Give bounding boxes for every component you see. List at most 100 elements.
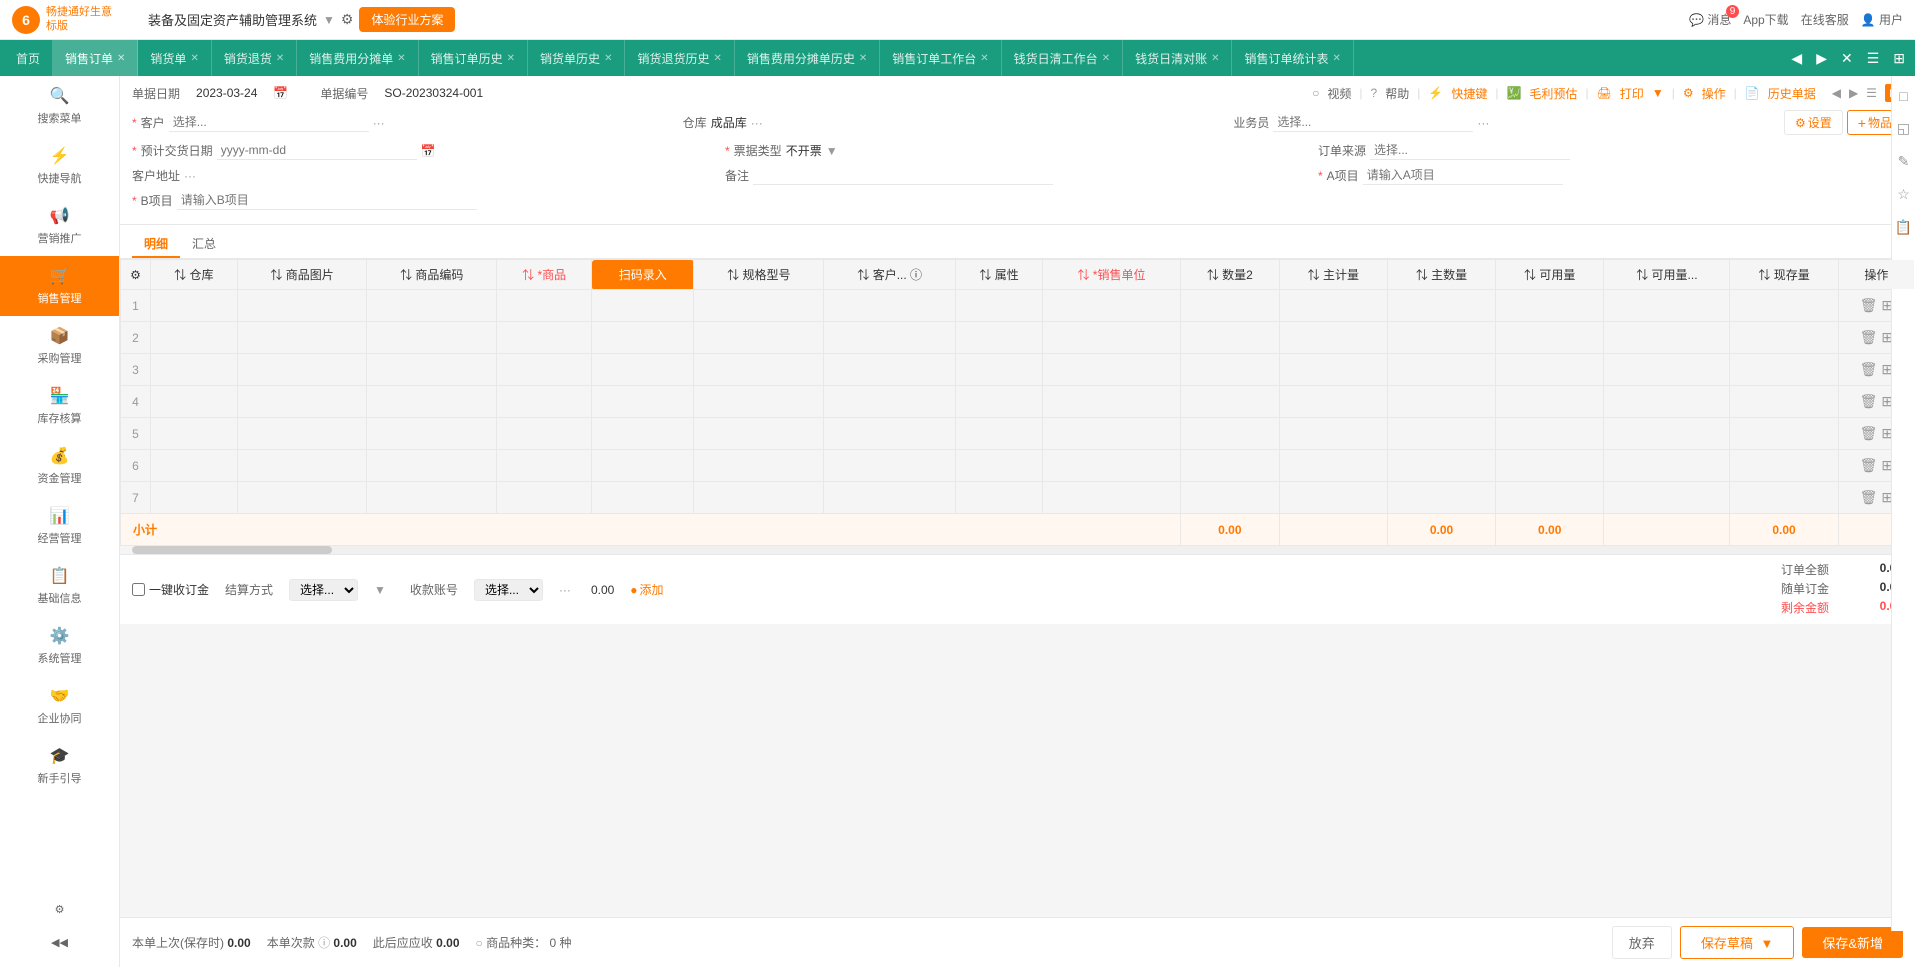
sidebar-item-quick-nav[interactable]: ⚡ 快捷导航 [0, 136, 119, 196]
tab-sales-return[interactable]: 销货退货 ✕ [212, 40, 297, 76]
tab-sales-order[interactable]: 销售订单 ✕ [53, 40, 138, 76]
row-1-unit[interactable] [1042, 290, 1180, 322]
col-warehouse[interactable]: ⇅ 仓库 [151, 260, 238, 290]
row-1-main-qty[interactable] [1387, 290, 1495, 322]
tab-invoice-history[interactable]: 销货单历史 ✕ [528, 40, 625, 76]
tab-summary[interactable]: 汇总 [180, 231, 228, 258]
operation-label[interactable]: 操作 [1702, 85, 1726, 102]
nav-left-icon[interactable]: ◀ [1832, 86, 1841, 100]
col-spec[interactable]: ⇅ 规格型号 [694, 260, 824, 290]
tab-daily-clear-reconcile[interactable]: 钱货日清对账 ✕ [1123, 40, 1232, 76]
nav-prev-arrow[interactable]: ◀ [1785, 48, 1808, 69]
shortcut-label[interactable]: 快捷键 [1451, 85, 1487, 102]
invoice-dropdown-icon[interactable]: ▼ [826, 144, 838, 158]
scrollbar-thumb[interactable] [132, 546, 332, 554]
right-panel-icon-4[interactable]: ☆ [1893, 182, 1914, 207]
row-2-warehouse[interactable] [151, 322, 238, 354]
tab-sales-fee[interactable]: 销售费用分摊单 ✕ [297, 40, 418, 76]
row-5-delete-icon[interactable]: 🗑 [1860, 425, 1878, 442]
row-1-delete-icon[interactable]: 🗑 [1860, 297, 1878, 314]
row-2-main-unit[interactable] [1279, 322, 1387, 354]
calendar2-icon[interactable]: 📅 [421, 144, 436, 158]
row-4-delete-icon[interactable]: 🗑 [1860, 393, 1878, 410]
save-draft-button[interactable]: 保存草稿 ▼ [1680, 926, 1795, 959]
tab-detail[interactable]: 明细 [132, 231, 180, 258]
col-available2[interactable]: ⇅ 可用量... [1604, 260, 1730, 290]
row-1-main-unit[interactable] [1279, 290, 1387, 322]
tab-sales-invoice[interactable]: 销货单 ✕ [138, 40, 211, 76]
row-3-warehouse[interactable] [151, 354, 238, 386]
row-2-available2[interactable] [1604, 322, 1730, 354]
settings-gear-icon[interactable]: ⚙ [341, 11, 354, 28]
sidebar-settings-button[interactable]: ⚙ [0, 893, 119, 926]
col-attr[interactable]: ⇅ 属性 [956, 260, 1043, 290]
row-1-warehouse[interactable] [151, 290, 238, 322]
a-project-input[interactable] [1363, 166, 1563, 185]
order-source-input[interactable] [1370, 141, 1570, 160]
tab-home[interactable]: 首页 [4, 40, 53, 76]
nav-menu-icon[interactable]: ☰ [1861, 48, 1886, 69]
sidebar-item-sales[interactable]: 🛒 销售管理 [0, 256, 119, 316]
sidebar-item-purchase[interactable]: 📦 采购管理 [0, 316, 119, 376]
calendar-icon[interactable]: 📅 [273, 86, 288, 100]
row-2-attr[interactable] [956, 322, 1043, 354]
row-1-product[interactable] [497, 290, 592, 322]
row-2-code[interactable] [367, 322, 497, 354]
dots-collection[interactable]: ··· [559, 583, 571, 597]
tab-daily-clear-workbench[interactable]: 钱货日清工作台 ✕ [1002, 40, 1123, 76]
right-panel-icon-5[interactable]: 📋 [1891, 215, 1915, 240]
add-button[interactable]: ● 添加 [630, 581, 663, 598]
discard-button[interactable]: 放弃 [1612, 926, 1672, 959]
row-1-code[interactable] [367, 290, 497, 322]
row-1-stock[interactable] [1730, 290, 1838, 322]
col-code[interactable]: ⇅ 商品编码 [367, 260, 497, 290]
sidebar-item-newbie[interactable]: 🎓 新手引导 [0, 736, 119, 796]
customer-dots[interactable]: ··· [373, 116, 385, 130]
row-1-available2[interactable] [1604, 290, 1730, 322]
row-2-spec[interactable] [694, 322, 824, 354]
col-stock[interactable]: ⇅ 现存量 [1730, 260, 1838, 290]
history-label[interactable]: 历史单据 [1768, 85, 1816, 102]
salesperson-input[interactable] [1273, 113, 1473, 132]
col-product[interactable]: ⇅ *商品 [497, 260, 592, 290]
dropdown-icon[interactable]: ▼ [323, 13, 335, 27]
nav-right-icon[interactable]: ▶ [1849, 86, 1858, 100]
row-2-image[interactable] [237, 322, 367, 354]
sidebar-item-search[interactable]: 🔍 搜索菜单 [0, 76, 119, 136]
col-unit[interactable]: ⇅ *销售单位 [1042, 260, 1180, 290]
horizontal-scrollbar[interactable] [132, 546, 1903, 554]
sidebar-collapse-button[interactable]: ◀◀ [0, 926, 119, 959]
row-1-image[interactable] [237, 290, 367, 322]
row-1-spec[interactable] [694, 290, 824, 322]
row-2-unit[interactable] [1042, 322, 1180, 354]
messages-button[interactable]: 💬 消息 9 [1689, 11, 1731, 28]
col-main-unit[interactable]: ⇅ 主计量 [1279, 260, 1387, 290]
settlement-select[interactable]: 选择... [289, 579, 358, 601]
row-2-qty2[interactable] [1181, 322, 1280, 354]
col-scan[interactable]: 扫码录入 [592, 260, 694, 290]
save-new-button[interactable]: 保存&新增 [1802, 927, 1903, 958]
address-dots[interactable]: ··· [184, 169, 196, 183]
row-3-delete-icon[interactable]: 🗑 [1860, 361, 1878, 378]
save-draft-dropdown-icon[interactable]: ▼ [1760, 936, 1773, 951]
row-2-customer-code[interactable] [824, 322, 956, 354]
row-1-customer-code[interactable] [824, 290, 956, 322]
col-qty2[interactable]: ⇅ 数量2 [1181, 260, 1280, 290]
warehouse-dots[interactable]: ··· [751, 116, 763, 130]
row-1-attr[interactable] [956, 290, 1043, 322]
nav-next-arrow[interactable]: ▶ [1810, 48, 1833, 69]
sidebar-item-base-info[interactable]: 📋 基础信息 [0, 556, 119, 616]
collection-select[interactable]: 选择... [474, 579, 543, 601]
sidebar-item-marketing[interactable]: 📢 营销推广 [0, 196, 119, 256]
settings-button[interactable]: ⚙ 设置 [1784, 110, 1843, 135]
row-1-scan[interactable] [592, 290, 694, 322]
app-download-button[interactable]: App下载 [1743, 11, 1788, 28]
industry-solution-button[interactable]: 体验行业方案 [359, 7, 455, 32]
sidebar-item-system[interactable]: ⚙️ 系统管理 [0, 616, 119, 676]
checkout-checkbox[interactable] [132, 583, 145, 596]
delivery-input[interactable] [217, 141, 417, 160]
right-panel-icon-1[interactable]: □ [1895, 84, 1911, 108]
view-label[interactable]: 视频 [1327, 85, 1351, 102]
col-customer-code[interactable]: ⇅ 客户... ⓘ [824, 260, 956, 290]
salesperson-dots[interactable]: ··· [1477, 116, 1489, 130]
